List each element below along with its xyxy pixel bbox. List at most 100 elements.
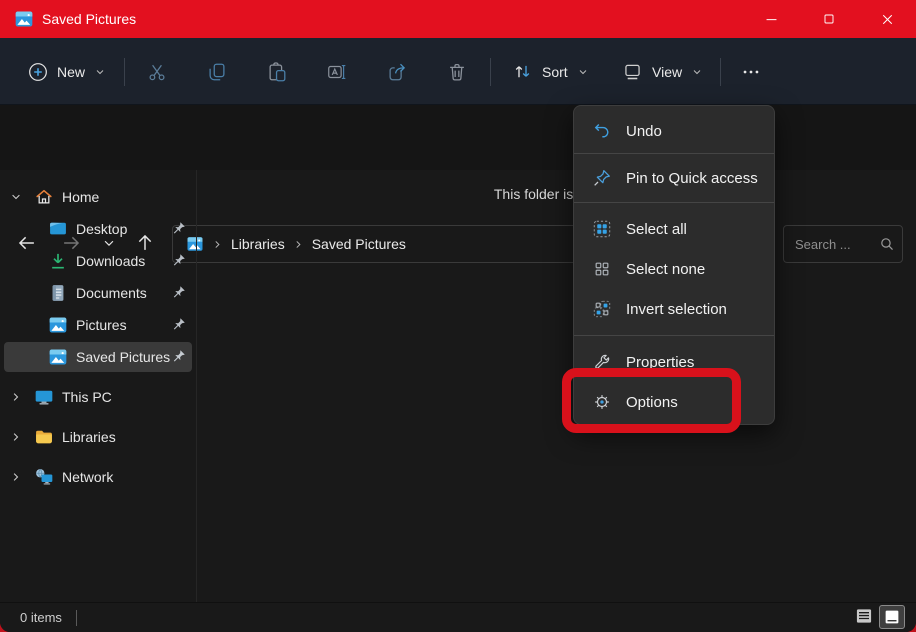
- menu-item-label: Select all: [626, 220, 687, 238]
- breadcrumb-chevron-icon[interactable]: [212, 239, 223, 250]
- toolbar-separator: [124, 58, 125, 86]
- documents-icon: [48, 283, 68, 303]
- copy-button[interactable]: [197, 52, 237, 92]
- minimize-button[interactable]: [742, 0, 800, 38]
- sidebar-item-label: Downloads: [76, 253, 146, 269]
- share-button[interactable]: [377, 52, 417, 92]
- search-input[interactable]: [784, 236, 872, 252]
- thumbnails-view-button[interactable]: [879, 605, 905, 629]
- chevron-down-icon[interactable]: [8, 189, 24, 205]
- sidebar-item-home[interactable]: Home: [0, 182, 196, 212]
- home-icon: [34, 187, 54, 207]
- details-view-icon: [854, 606, 874, 626]
- sidebar-item-pictures[interactable]: Pictures: [0, 310, 196, 340]
- sidebar-item-desktop[interactable]: Desktop: [0, 214, 196, 244]
- menu-item-options[interactable]: Options: [574, 382, 774, 422]
- rename-button[interactable]: [317, 52, 357, 92]
- libraries-icon: [34, 427, 54, 447]
- empty-folder-message: This folder is empty.: [493, 186, 619, 202]
- desktop-icon: [48, 219, 68, 239]
- menu-item-pin-to-quick-access[interactable]: Pin to Quick access: [574, 154, 774, 202]
- sidebar-item-network[interactable]: Network: [0, 462, 196, 492]
- breadcrumb-segment-libraries[interactable]: Libraries: [231, 236, 285, 252]
- menu-item-label: Options: [626, 393, 678, 411]
- plus-circle-icon: [28, 62, 48, 82]
- navigation-pane: Home Desktop Downloads Documents Picture…: [0, 170, 196, 602]
- breadcrumb-segment-saved-pictures[interactable]: Saved Pictures: [312, 236, 406, 252]
- minimize-icon: [763, 11, 780, 28]
- breadcrumb-chevron-icon[interactable]: [293, 239, 304, 250]
- file-explorer-window: Saved Pictures New Sort View Libraries S…: [0, 0, 916, 632]
- menu-item-undo[interactable]: Undo: [574, 109, 774, 153]
- chevron-down-icon: [94, 66, 106, 78]
- chevron-right-icon[interactable]: [8, 429, 24, 445]
- menu-item-invert-selection[interactable]: Invert selection: [574, 289, 774, 329]
- sidebar-item-downloads[interactable]: Downloads: [0, 246, 196, 276]
- chevron-down-icon: [691, 66, 703, 78]
- delete-button[interactable]: [437, 52, 477, 92]
- menu-item-label: Invert selection: [626, 300, 727, 318]
- view-frame-icon: [622, 61, 643, 82]
- details-view-button[interactable]: [852, 605, 876, 627]
- sort-arrows-icon: [512, 61, 533, 82]
- menu-item-label: Pin to Quick access: [626, 169, 758, 187]
- pin-icon: [172, 285, 188, 301]
- pane-divider: [196, 170, 197, 602]
- sidebar-item-documents[interactable]: Documents: [0, 278, 196, 308]
- see-more-menu: Undo Pin to Quick access Select all Sele…: [573, 105, 775, 425]
- pictures-icon: [48, 347, 68, 367]
- sidebar-item-label: Saved Pictures: [76, 349, 171, 365]
- new-button-label: New: [57, 63, 86, 80]
- paste-button[interactable]: [257, 52, 297, 92]
- sidebar-item-label: This PC: [62, 389, 112, 405]
- invert-selection-icon: [592, 299, 612, 319]
- sidebar-item-label: Libraries: [62, 429, 116, 445]
- new-button[interactable]: New: [18, 54, 116, 90]
- cut-icon: [146, 61, 168, 83]
- chevron-right-icon[interactable]: [8, 469, 24, 485]
- search-box: [783, 225, 903, 263]
- maximize-button[interactable]: [800, 0, 858, 38]
- properties-wrench-icon: [592, 352, 612, 372]
- sort-button-label: Sort: [542, 63, 568, 80]
- options-gear-icon: [592, 392, 612, 412]
- pin-icon: [172, 221, 188, 237]
- screen: Saved Pictures New Sort View Libraries S…: [0, 0, 916, 632]
- window-controls: [742, 0, 916, 38]
- sidebar-item-this-pc[interactable]: This PC: [0, 382, 196, 412]
- menu-item-label: Undo: [626, 122, 662, 140]
- search-icon[interactable]: [872, 236, 902, 252]
- sidebar-item-label: Pictures: [76, 317, 127, 333]
- view-button[interactable]: View: [612, 53, 713, 90]
- address-bar-row: Libraries Saved Pictures: [0, 105, 916, 263]
- chevron-right-icon[interactable]: [8, 389, 24, 405]
- downloads-icon: [48, 251, 68, 271]
- pin-icon: [172, 349, 188, 365]
- sort-button[interactable]: Sort: [502, 53, 599, 90]
- select-all-icon: [592, 219, 612, 239]
- pin-icon: [172, 253, 188, 269]
- sidebar-item-label: Documents: [76, 285, 147, 301]
- rename-icon: [326, 61, 348, 83]
- status-separator: [76, 610, 77, 626]
- undo-icon: [592, 121, 612, 141]
- thumbnails-view-icon: [883, 608, 901, 626]
- titlebar: Saved Pictures: [0, 0, 916, 38]
- see-more-button[interactable]: [731, 52, 771, 92]
- sidebar-item-saved-pictures[interactable]: Saved Pictures: [0, 342, 196, 372]
- share-icon: [386, 61, 408, 83]
- pictures-icon: [14, 9, 34, 29]
- toolbar-separator: [490, 58, 491, 86]
- maximize-icon: [821, 11, 837, 27]
- sidebar-item-libraries[interactable]: Libraries: [0, 422, 196, 452]
- menu-item-select-all[interactable]: Select all: [574, 209, 774, 249]
- cut-button[interactable]: [137, 52, 177, 92]
- menu-item-label: Properties: [626, 353, 695, 371]
- menu-item-select-none[interactable]: Select none: [574, 249, 774, 289]
- ellipsis-icon: [740, 61, 762, 83]
- item-count: 0 items: [20, 610, 62, 625]
- close-button[interactable]: [858, 0, 916, 38]
- close-icon: [879, 11, 896, 28]
- copy-icon: [206, 61, 228, 83]
- menu-item-properties[interactable]: Properties: [574, 342, 774, 382]
